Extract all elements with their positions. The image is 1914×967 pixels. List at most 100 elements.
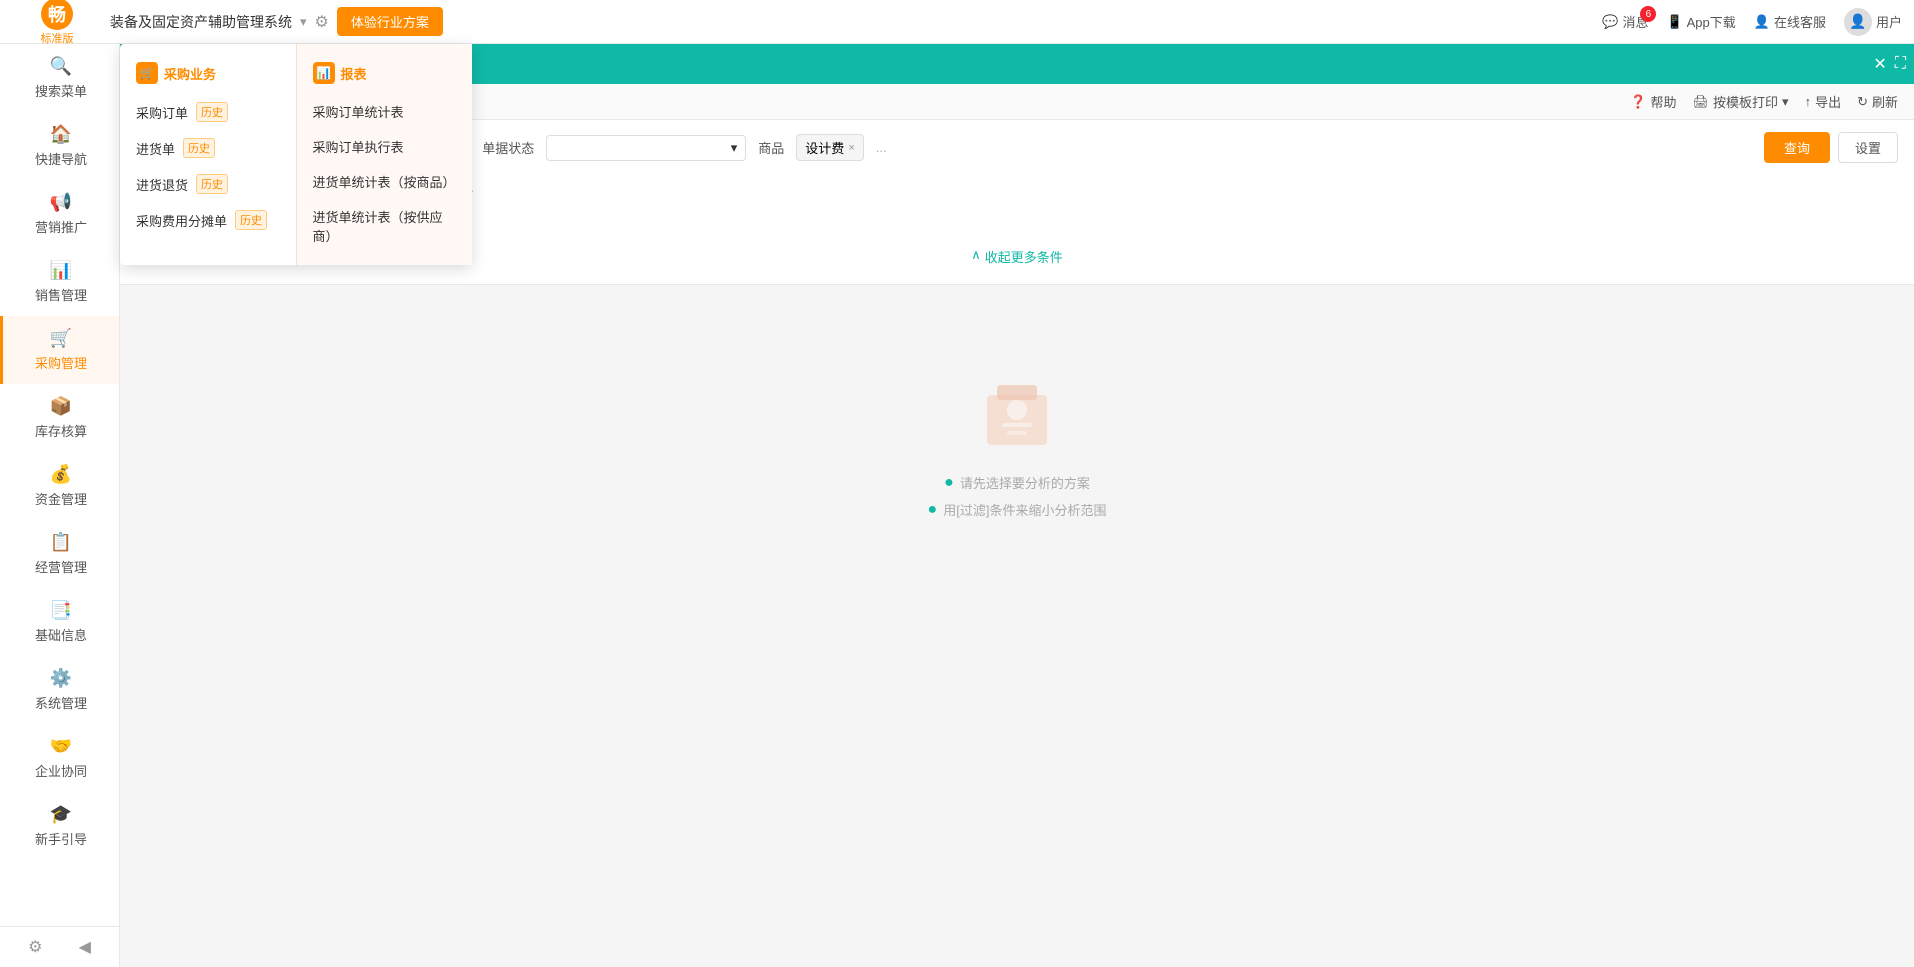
dropdown-purchase-item[interactable]: 采购订单历史	[120, 94, 296, 130]
gear-settings-btn[interactable]: ⚙	[315, 12, 329, 32]
sidebar-item-sales[interactable]: 📊销售管理	[0, 248, 119, 316]
logo-icon: 畅	[41, 0, 73, 30]
goods-dots[interactable]: ...	[876, 140, 887, 155]
sidebar-bottom: ⚙ ◀	[0, 926, 119, 967]
close-window-icon[interactable]: ✕	[1873, 54, 1886, 74]
sidebar-icon-operations: 📋	[50, 532, 72, 553]
sidebar-icon-basic: 📑	[50, 600, 72, 621]
expand-window-icon[interactable]: ⛶	[1895, 55, 1906, 73]
goods-tag-value: 设计费	[805, 138, 844, 157]
purchase-section-icon: 🛒	[136, 62, 158, 84]
report-section: 📊 报表 采购订单统计表采购订单执行表进货单统计表（按商品）进货单统计表（按供应…	[296, 44, 473, 265]
dropdown-item-label: 进货单	[136, 139, 175, 158]
sidebar-icon-enterprise: 🤝	[50, 736, 72, 757]
sidebar-icon-inventory: 📦	[50, 396, 72, 417]
report-section-icon: 📊	[313, 62, 335, 84]
sidebar-label-quick: 快捷导航	[35, 149, 87, 168]
sidebar-item-guide[interactable]: 🎓新手引导	[0, 792, 119, 860]
print-btn[interactable]: 🖨 按模板打印 ▾	[1693, 92, 1789, 111]
help-btn[interactable]: ❓ 帮助	[1630, 92, 1676, 111]
sidebar-icon-system: ⚙️	[50, 668, 72, 689]
empty-tip-1-text: 请先选择要分析的方案	[960, 473, 1090, 492]
sidebar-item-enterprise[interactable]: 🤝企业协同	[0, 724, 119, 792]
purchase-section-title: 🛒 采购业务	[120, 56, 296, 94]
purchase-dropdown-menu: 🛒 采购业务 采购订单历史进货单历史进货退货历史采购费用分摊单历史 📊 报表 采…	[120, 44, 472, 265]
dropdown-chevron-icon[interactable]: ▾	[300, 14, 307, 30]
export-btn[interactable]: ↑ 导出	[1805, 92, 1842, 111]
logo[interactable]: 畅 标准版	[12, 0, 102, 46]
tabs-actions: ✕ ⛶	[1873, 54, 1906, 74]
empty-illustration	[967, 365, 1067, 465]
dropdown-purchase-item[interactable]: 进货单历史	[120, 130, 296, 166]
print-label: 按模板打印	[1713, 92, 1778, 111]
sidebar-item-marketing[interactable]: 📢 营销推广	[0, 180, 119, 248]
dropdown-report-item[interactable]: 采购订单执行表	[297, 129, 473, 164]
sidebar-item-quick[interactable]: 🏠 快捷导航	[0, 112, 119, 180]
dropdown-purchase-item[interactable]: 采购费用分摊单历史	[120, 202, 296, 238]
query-btn[interactable]: 查询	[1764, 132, 1830, 163]
dropdown-item-label: 采购费用分摊单	[136, 211, 227, 230]
history-tag: 历史	[235, 210, 267, 230]
setting-btn[interactable]: 设置	[1838, 132, 1898, 163]
industry-btn[interactable]: 体验行业方案	[337, 7, 443, 36]
app-icon: 📱	[1666, 14, 1682, 30]
refresh-label: 刷新	[1872, 92, 1898, 111]
goods-label: 商品	[758, 138, 784, 157]
sidebar-item-inventory[interactable]: 📦库存核算	[0, 384, 119, 452]
print-icon: 🖨	[1693, 94, 1710, 110]
dropdown-item-label: 采购订单统计表	[313, 102, 404, 121]
collapse-icon: ∧	[971, 247, 981, 266]
system-name: 装备及固定资产辅助管理系统	[110, 12, 292, 32]
doc-status-select[interactable]: ▾	[546, 135, 746, 161]
refresh-icon: ↻	[1857, 94, 1868, 110]
dropdown-report-item[interactable]: 进货单统计表（按供应商）	[297, 199, 473, 253]
service-label: 在线客服	[1774, 12, 1826, 31]
doc-status-chevron-icon: ▾	[731, 140, 738, 156]
goods-tag-close-icon[interactable]: ×	[848, 142, 854, 154]
sidebar-icon-guide: 🎓	[50, 804, 72, 825]
sidebar-label-marketing: 营销推广	[35, 217, 87, 236]
export-icon: ↑	[1805, 94, 1812, 109]
sidebar-item-finance[interactable]: 💰资金管理	[0, 452, 119, 520]
dropdown-item-label: 进货退货	[136, 175, 188, 194]
sidebar-label-basic: 基础信息	[35, 625, 87, 644]
app-label: App下载	[1687, 12, 1736, 31]
dropdown-report-item[interactable]: 采购订单统计表	[297, 94, 473, 129]
sidebar-item-search[interactable]: 🔍搜索菜单	[0, 44, 119, 112]
user-btn[interactable]: 👤 用户	[1844, 8, 1902, 36]
settings-icon[interactable]: ⚙	[28, 937, 42, 957]
empty-tip-1: ● 请先选择要分析的方案	[944, 473, 1090, 492]
dropdown-item-label: 采购订单执行表	[313, 137, 404, 156]
sidebar-item-basic[interactable]: 📑 基础信息	[0, 588, 119, 656]
sidebar-icon-sales: 📊	[50, 260, 72, 281]
dropdown-purchase-item[interactable]: 进货退货历史	[120, 166, 296, 202]
sidebar-label-operations: 经营管理	[35, 557, 87, 576]
sidebar-item-system[interactable]: ⚙️ 系统管理	[0, 656, 119, 724]
sidebar: 🔍搜索菜单 🏠 快捷导航 📢 营销推广 📊销售管理 🛒 采购管理 📦库存核算💰资金管理 📋 经营管理…	[0, 44, 120, 967]
sidebar-icon-quick: 🏠	[50, 124, 72, 145]
refresh-btn[interactable]: ↻ 刷新	[1857, 92, 1898, 111]
sidebar-label-purchase: 采购管理	[35, 353, 87, 372]
topbar-system: 装备及固定资产辅助管理系统 ▾ ⚙ 体验行业方案	[110, 7, 1602, 36]
app-download-btn[interactable]: 📱 App下载	[1666, 12, 1735, 31]
empty-state: ● 请先选择要分析的方案 ● 用[过滤]条件来缩小分析范围	[120, 285, 1914, 599]
service-icon: 👤	[1754, 14, 1770, 30]
user-label: 用户	[1876, 12, 1902, 31]
sidebar-icon-search: 🔍	[50, 56, 72, 77]
sidebar-item-purchase[interactable]: 🛒 采购管理	[0, 316, 119, 384]
goods-tag: 设计费 ×	[796, 134, 863, 161]
collapse-sidebar-icon[interactable]: ◀	[79, 937, 91, 957]
sidebar-icon-purchase: 🛒	[50, 328, 72, 349]
purchase-section-label: 采购业务	[164, 64, 216, 83]
dropdown-report-item[interactable]: 进货单统计表（按商品）	[297, 164, 473, 199]
doc-status-label: 单据状态	[482, 138, 534, 157]
topbar-right: 💬 消息 6 📱 App下载 👤 在线客服 👤 用户	[1602, 8, 1902, 36]
online-service-btn[interactable]: 👤 在线客服	[1754, 12, 1826, 31]
message-btn[interactable]: 💬 消息 6	[1602, 12, 1648, 31]
sidebar-item-operations[interactable]: 📋 经营管理	[0, 520, 119, 588]
message-icon: 💬	[1602, 14, 1618, 30]
history-tag: 历史	[196, 174, 228, 194]
sidebar-label-system: 系统管理	[35, 693, 87, 712]
sidebar-icon-marketing: 📢	[50, 192, 72, 213]
sidebar-label-finance: 资金管理	[35, 489, 87, 508]
